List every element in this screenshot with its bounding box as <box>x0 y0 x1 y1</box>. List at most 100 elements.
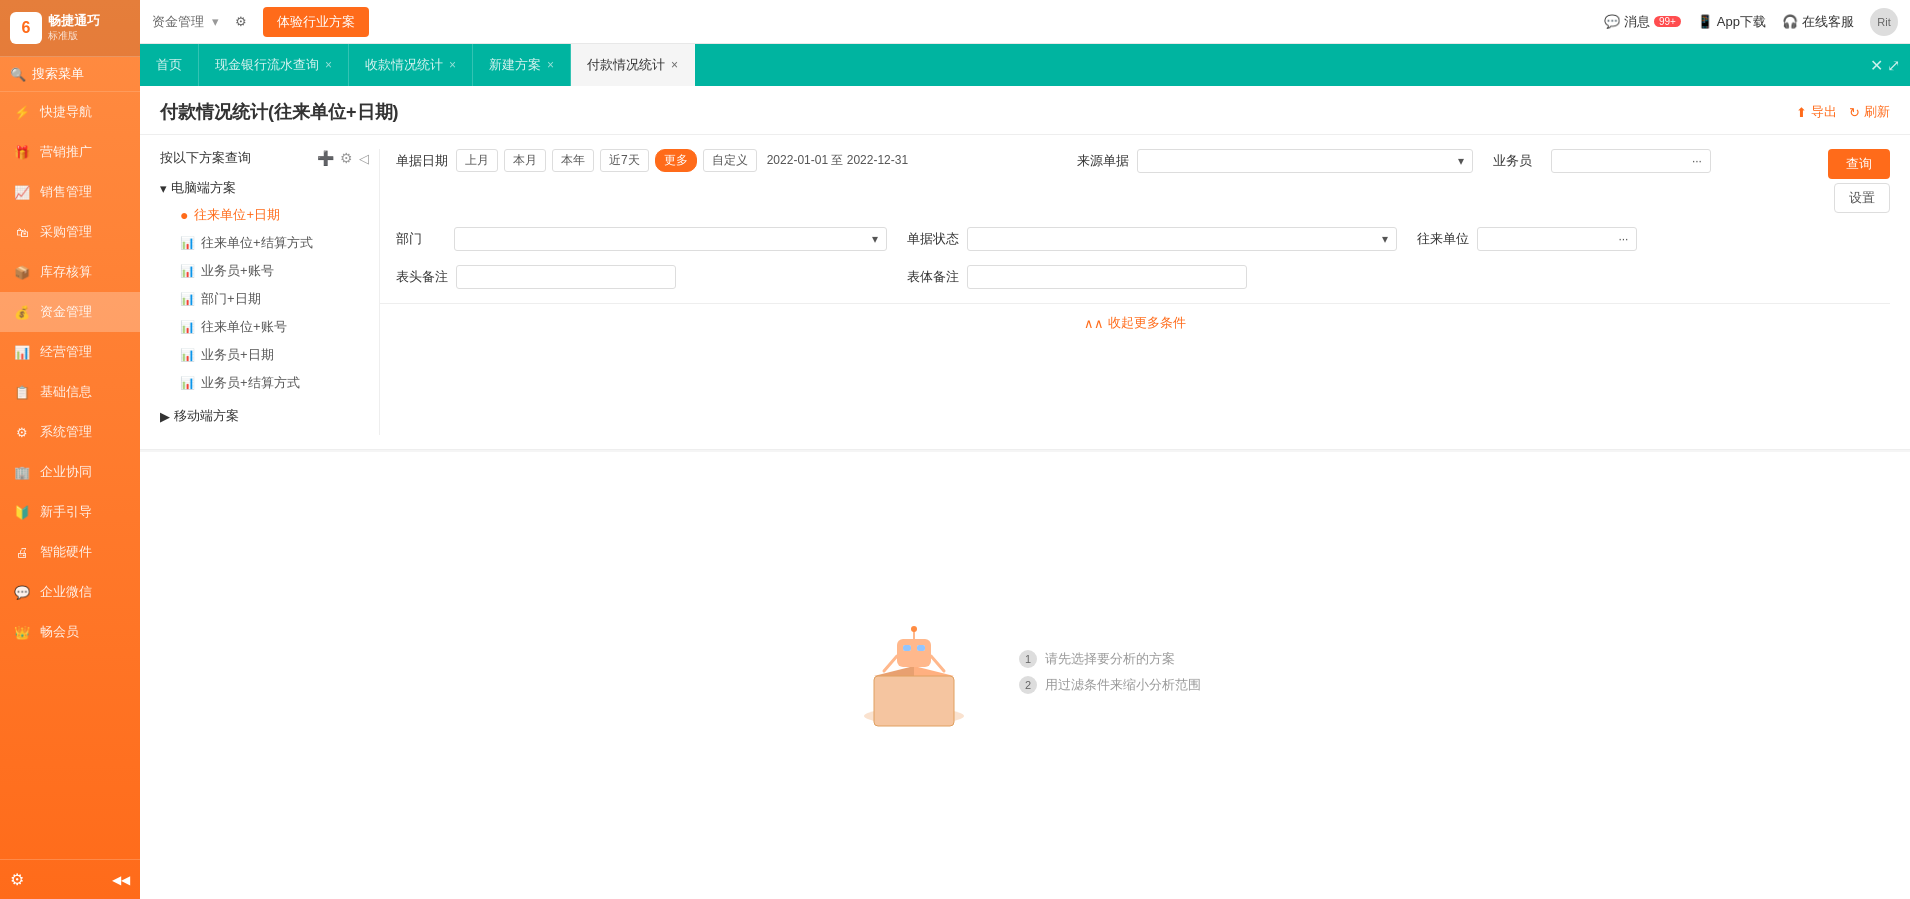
topbar-right: 💬 消息 99+ 📱 App下载 🎧 在线客服 Rit <box>1604 8 1898 36</box>
this-year-btn[interactable]: 本年 <box>552 149 594 172</box>
salesman-select[interactable]: ··· <box>1551 149 1711 173</box>
query-btn[interactable]: 查询 <box>1828 149 1890 179</box>
this-month-btn[interactable]: 本月 <box>504 149 546 172</box>
sidebar-item-hardware[interactable]: 🖨 智能硬件 <box>0 532 140 572</box>
sidebar-item-enterprise[interactable]: 🏢 企业协同 <box>0 452 140 492</box>
expand-icon: ▶ <box>160 409 170 424</box>
table-body-note-field: 表体备注 <box>907 265 1398 289</box>
mobile-scheme-group-header[interactable]: ▶ 移动端方案 <box>160 403 369 429</box>
scheme-item-label: 往来单位+账号 <box>201 318 287 336</box>
online-support-btn[interactable]: 🎧 在线客服 <box>1782 13 1854 31</box>
more-date-btn[interactable]: 更多 <box>655 149 697 172</box>
scheme-collapse-icon[interactable]: ◁ <box>359 151 369 166</box>
sidebar-item-quick-nav[interactable]: ⚡ 快捷导航 <box>0 92 140 132</box>
scheme-salesman-account[interactable]: 📊 业务员+账号 <box>160 257 369 285</box>
sidebar: 6 畅捷通巧 标准版 🔍 搜索菜单 ⚡ 快捷导航 🎁 营销推广 📈 销售管理 🛍… <box>0 0 140 899</box>
pc-scheme-group-header[interactable]: ▾ 电脑端方案 <box>160 175 369 201</box>
chart-icon: 📊 <box>180 264 195 278</box>
scheme-salesman-date[interactable]: 📊 业务员+日期 <box>160 341 369 369</box>
add-scheme-icon[interactable]: ➕ <box>317 150 334 166</box>
breadcrumb-dropdown-icon[interactable]: ▾ <box>212 14 219 29</box>
tab-new-scheme-close-icon[interactable]: × <box>547 58 554 72</box>
settings-icon[interactable]: ⚙ <box>10 870 24 889</box>
scheme-sidebar: 按以下方案查询 ➕ ⚙ ◁ ▾ 电脑端方案 ● 往来单位+日期 <box>160 149 380 435</box>
scheme-counterpart-account[interactable]: 📊 往来单位+账号 <box>160 313 369 341</box>
custom-date-btn[interactable]: 自定义 <box>703 149 757 172</box>
collapse-label: 收起更多条件 <box>1108 314 1186 332</box>
user-avatar[interactable]: Rit <box>1870 8 1898 36</box>
topbar-gear-btn[interactable]: ⚙ <box>227 8 255 36</box>
pc-scheme-group: ▾ 电脑端方案 ● 往来单位+日期 📊 往来单位+结算方式 📊 业务员+账号 <box>160 175 369 397</box>
sidebar-item-vip[interactable]: 👑 畅会员 <box>0 612 140 652</box>
chevron-up-icon: ∧∧ <box>1084 316 1104 331</box>
table-body-note-input[interactable] <box>967 265 1247 289</box>
tab-collection[interactable]: 收款情况统计 × <box>349 44 473 86</box>
counterpart-field: 往来单位 ··· <box>1417 227 1810 251</box>
ellipsis-icon: ··· <box>1618 232 1628 246</box>
refresh-btn[interactable]: ↻ 刷新 <box>1849 103 1890 121</box>
system-icon: ⚙ <box>12 422 32 442</box>
doc-status-select[interactable]: ▾ <box>967 227 1398 251</box>
dropdown-icon: ▾ <box>1458 154 1464 168</box>
search-menu[interactable]: 🔍 搜索菜单 <box>0 57 140 92</box>
scheme-item-label: 往来单位+日期 <box>194 206 280 224</box>
empty-hints: 1 请先选择要分析的方案 2 用过滤条件来缩小分析范围 <box>1019 650 1201 702</box>
settings-btn[interactable]: 设置 <box>1834 183 1890 213</box>
sidebar-item-wechat[interactable]: 💬 企业微信 <box>0 572 140 612</box>
sidebar-item-label: 新手引导 <box>40 503 92 521</box>
sidebar-item-label: 基础信息 <box>40 383 92 401</box>
guide-icon: 🔰 <box>12 502 32 522</box>
message-btn[interactable]: 💬 消息 99+ <box>1604 13 1681 31</box>
table-header-note-input[interactable] <box>456 265 676 289</box>
hint-text-1: 请先选择要分析的方案 <box>1045 650 1175 668</box>
sidebar-item-system[interactable]: ⚙ 系统管理 <box>0 412 140 452</box>
sidebar-item-inventory[interactable]: 📦 库存核算 <box>0 252 140 292</box>
dept-select[interactable]: ▾ <box>454 227 887 251</box>
sidebar-item-operation[interactable]: 📊 经营管理 <box>0 332 140 372</box>
data-area: 1 请先选择要分析的方案 2 用过滤条件来缩小分析范围 <box>140 452 1910 899</box>
counterpart-select[interactable]: ··· <box>1477 227 1637 251</box>
scheme-settings-icon[interactable]: ⚙ <box>340 150 353 166</box>
tab-cash-flow[interactable]: 现金银行流水查询 × <box>199 44 349 86</box>
tabbar: 首页 现金银行流水查询 × 收款情况统计 × 新建方案 × 付款情况统计 × ✕… <box>140 44 1910 86</box>
collapse-more-btn[interactable]: ∧∧ 收起更多条件 <box>380 303 1890 332</box>
export-icon: ⬆ <box>1796 105 1807 120</box>
sidebar-item-basic[interactable]: 📋 基础信息 <box>0 372 140 412</box>
pc-group-label: 电脑端方案 <box>171 179 236 197</box>
user-name-label: Rit <box>1877 16 1890 28</box>
dept-label: 部门 <box>396 230 446 248</box>
capital-icon: 💰 <box>12 302 32 322</box>
logo-text-group: 畅捷通巧 标准版 <box>48 13 100 44</box>
operation-icon: 📊 <box>12 342 32 362</box>
active-scheme-icon: ● <box>180 207 188 223</box>
source-doc-label: 来源单据 <box>1077 152 1129 170</box>
last-7days-btn[interactable]: 近7天 <box>600 149 649 172</box>
scheme-counterpart-settle[interactable]: 📊 往来单位+结算方式 <box>160 229 369 257</box>
scheme-counterpart-date[interactable]: ● 往来单位+日期 <box>160 201 369 229</box>
tab-new-scheme[interactable]: 新建方案 × <box>473 44 571 86</box>
export-btn[interactable]: ⬆ 导出 <box>1796 103 1837 121</box>
sidebar-item-label: 系统管理 <box>40 423 92 441</box>
sidebar-item-capital[interactable]: 💰 资金管理 <box>0 292 140 332</box>
tab-collection-close-icon[interactable]: × <box>449 58 456 72</box>
scheme-dept-date[interactable]: 📊 部门+日期 <box>160 285 369 313</box>
sidebar-item-sales[interactable]: 📈 销售管理 <box>0 172 140 212</box>
sidebar-item-guide[interactable]: 🔰 新手引导 <box>0 492 140 532</box>
scheme-item-label: 部门+日期 <box>201 290 261 308</box>
maximize-icon[interactable]: ⤢ <box>1887 56 1900 75</box>
close-tab-icon[interactable]: ✕ <box>1870 56 1883 75</box>
app-download-btn[interactable]: 📱 App下载 <box>1697 13 1766 31</box>
svg-marker-3 <box>914 666 954 676</box>
tab-cash-flow-close-icon[interactable]: × <box>325 58 332 72</box>
scheme-salesman-settle[interactable]: 📊 业务员+结算方式 <box>160 369 369 397</box>
last-month-btn[interactable]: 上月 <box>456 149 498 172</box>
sidebar-item-purchase[interactable]: 🛍 采购管理 <box>0 212 140 252</box>
tab-payment[interactable]: 付款情况统计 × <box>571 44 695 86</box>
tab-payment-close-icon[interactable]: × <box>671 58 678 72</box>
trial-btn[interactable]: 体验行业方案 <box>263 7 369 37</box>
collapse-sidebar-btn[interactable]: ◀◀ <box>112 873 130 887</box>
tab-home[interactable]: 首页 <box>140 44 199 86</box>
dropdown-icon: ▾ <box>872 232 878 246</box>
sidebar-item-marketing[interactable]: 🎁 营销推广 <box>0 132 140 172</box>
source-doc-select[interactable]: ▾ <box>1137 149 1473 173</box>
